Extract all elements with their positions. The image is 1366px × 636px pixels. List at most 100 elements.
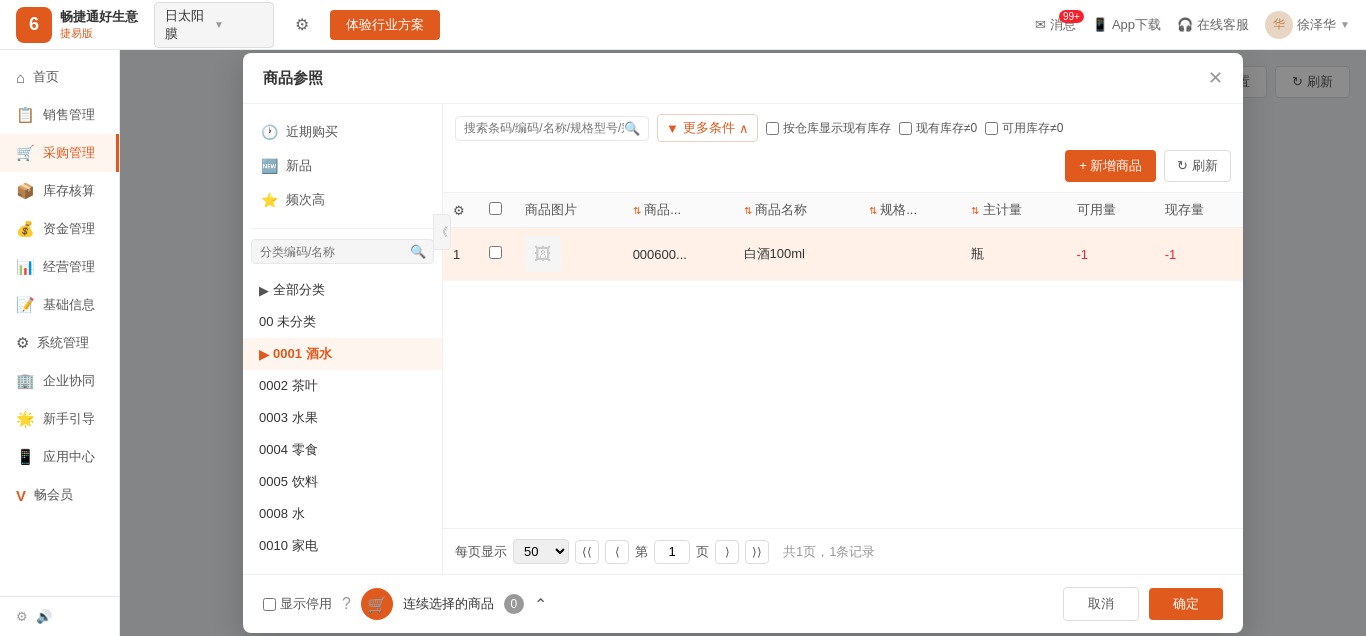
product-search-input[interactable] (464, 121, 624, 135)
unit-col-header[interactable]: ⇅ 主计量 (961, 193, 1067, 228)
management-icon: 📊 (16, 258, 35, 276)
arrow-icon: ▶ (259, 283, 269, 298)
row-unit-cell: 瓶 (961, 228, 1067, 281)
category-all[interactable]: ▶ 全部分类 (243, 274, 442, 306)
tab-high-frequency[interactable]: ⭐ 频次高 (251, 184, 434, 216)
branch-selector[interactable]: 日太阳膜 ▼ (154, 2, 274, 48)
category-tea[interactable]: 0002 茶叶 (243, 370, 442, 402)
row-code-cell: 000600... (623, 228, 734, 281)
left-panel: 🕐 近期购买 🆕 新品 ⭐ 频次高 (243, 104, 443, 574)
product-table-wrap: ⚙ 商品图片 ⇅ 商品... (443, 193, 1243, 528)
code-col-header[interactable]: ⇅ 商品... (623, 193, 734, 228)
sidebar-item-system[interactable]: ⚙ 系统管理 (0, 324, 119, 362)
sidebar-item-sales[interactable]: 📋 销售管理 (0, 96, 119, 134)
sidebar-item-guide[interactable]: 🌟 新手引导 (0, 400, 119, 438)
app-download-btn[interactable]: 📱 App下载 (1092, 16, 1161, 34)
spec-col-header[interactable]: ⇅ 规格... (859, 193, 961, 228)
cart-btn[interactable]: 🛒 (361, 588, 393, 620)
sidebar-settings-btn[interactable]: ⚙ 🔊 (0, 596, 119, 636)
collapse-panel-btn[interactable]: 《 (433, 214, 451, 250)
sort-icon: ⇅ (744, 205, 752, 216)
guide-icon: 🌟 (16, 410, 35, 428)
next-page-btn[interactable]: ⟩ (715, 540, 739, 564)
tab-new-product[interactable]: 🆕 新品 (251, 150, 434, 182)
add-product-btn[interactable]: + 新增商品 (1065, 150, 1156, 182)
logo-text: 畅捷通好生意 捷易版 (60, 8, 138, 41)
product-reference-modal: 商品参照 ✕ 🕐 近期购买 🆕 (243, 53, 1243, 633)
sidebar-item-enterprise[interactable]: 🏢 企业协同 (0, 362, 119, 400)
modal-title: 商品参照 (263, 69, 323, 88)
row-stock-cell: -1 (1155, 228, 1243, 281)
table-row[interactable]: 1 🖼 000600... 白酒100ml (443, 228, 1243, 281)
sidebar-item-management[interactable]: 📊 经营管理 (0, 248, 119, 286)
category-appliance[interactable]: 0010 家电 (243, 530, 442, 562)
user-menu[interactable]: 华 徐泽华 ▼ (1265, 11, 1350, 39)
sidebar-item-purchase[interactable]: 🛒 采购管理 (0, 134, 119, 172)
usable-filter[interactable]: 可用库存≠0 (985, 120, 1063, 137)
warehouse-filter[interactable]: 按仓库显示现有库存 (766, 120, 891, 137)
pagination: 每页显示 10 20 50 100 ⟨⟨ ⟨ 第 页 (443, 528, 1243, 574)
sales-icon: 📋 (16, 106, 35, 124)
warehouse-checkbox[interactable] (766, 122, 779, 135)
experience-btn[interactable]: 体验行业方案 (330, 10, 440, 40)
sidebar-item-home[interactable]: ⌂ 首页 (0, 58, 119, 96)
per-page-select[interactable]: 10 20 50 100 (513, 539, 569, 564)
toolbar-right: + 新增商品 ↻ 刷新 (1065, 150, 1231, 182)
row-checkbox[interactable] (489, 246, 502, 259)
settings-icon[interactable]: ⚙ (286, 9, 318, 41)
modal-footer: 显示停用 ? 🛒 连续选择的商品 0 ⌃ 取消 确定 (243, 574, 1243, 633)
headset-icon: 🎧 (1177, 17, 1193, 32)
message-btn[interactable]: ✉ 消息 99+ (1035, 16, 1076, 34)
navbar-right: ✉ 消息 99+ 📱 App下载 🎧 在线客服 华 徐泽华 ▼ (1035, 11, 1350, 39)
sidebar-item-finance[interactable]: 💰 资金管理 (0, 210, 119, 248)
usable-checkbox[interactable] (985, 122, 998, 135)
row-checkbox-cell[interactable] (479, 228, 515, 281)
refresh-btn[interactable]: ↻ 刷新 (1164, 150, 1231, 182)
filter-bar: 🔍 ▼ 更多条件 ∧ 按仓库显示现有库存 (443, 104, 1243, 193)
service-btn[interactable]: 🎧 在线客服 (1177, 16, 1249, 34)
sidebar-item-apps[interactable]: 📱 应用中心 (0, 438, 119, 476)
modal-close-btn[interactable]: ✕ (1208, 67, 1223, 89)
sidebar-item-basic[interactable]: 📝 基础信息 (0, 286, 119, 324)
select-all-checkbox[interactable] (489, 202, 502, 215)
enterprise-icon: 🏢 (16, 372, 35, 390)
category-water[interactable]: 0008 水 (243, 498, 442, 530)
inventory-icon: 📦 (16, 182, 35, 200)
checkbox-col-header[interactable] (479, 193, 515, 228)
star-icon: ⭐ (261, 192, 278, 208)
show-disabled-checkbox-label[interactable]: 显示停用 (263, 595, 332, 613)
chevron-left-icon: 《 (436, 224, 448, 241)
category-snack[interactable]: 0004 零食 (243, 434, 442, 466)
right-panel: 🔍 ▼ 更多条件 ∧ 按仓库显示现有库存 (443, 104, 1243, 574)
row-image-cell: 🖼 (515, 228, 623, 281)
category-search-input[interactable] (260, 245, 410, 259)
category-fruit[interactable]: 0003 水果 (243, 402, 442, 434)
show-disabled-checkbox[interactable] (263, 598, 276, 611)
tab-recent-purchase[interactable]: 🕐 近期购买 (251, 116, 434, 148)
confirm-btn[interactable]: 确定 (1149, 588, 1223, 620)
prev-page-btn[interactable]: ⟨ (605, 540, 629, 564)
quick-tabs: 🕐 近期购买 🆕 新品 ⭐ 频次高 (243, 116, 442, 216)
name-col-header[interactable]: ⇅ 商品名称 (734, 193, 859, 228)
available-checkbox[interactable] (899, 122, 912, 135)
chevron-down-icon: ▼ (214, 19, 263, 30)
page-input[interactable] (654, 540, 690, 564)
sidebar-item-member[interactable]: V 畅会员 (0, 476, 119, 514)
first-page-btn[interactable]: ⟨⟨ (575, 540, 599, 564)
last-page-btn[interactable]: ⟩⟩ (745, 540, 769, 564)
help-icon[interactable]: ? (342, 595, 351, 613)
category-search-wrap: 🔍 (251, 239, 434, 264)
page-suffix: 页 (696, 543, 709, 561)
category-unclassified[interactable]: 00 未分类 (243, 306, 442, 338)
modal-header: 商品参照 ✕ (243, 53, 1243, 104)
more-filter-btn[interactable]: ▼ 更多条件 ∧ (657, 114, 758, 142)
cart-area: ? 🛒 连续选择的商品 0 ⌃ (342, 588, 547, 620)
cart-collapse-btn[interactable]: ⌃ (534, 595, 547, 614)
cancel-btn[interactable]: 取消 (1063, 587, 1139, 621)
row-spec-cell (859, 228, 961, 281)
category-beverage[interactable]: 0005 饮料 (243, 466, 442, 498)
product-search-wrap: 🔍 (455, 116, 649, 141)
available-filter[interactable]: 现有库存≠0 (899, 120, 977, 137)
category-liquor[interactable]: ▶ 0001 酒水 (243, 338, 442, 370)
sidebar-item-inventory[interactable]: 📦 库存核算 (0, 172, 119, 210)
